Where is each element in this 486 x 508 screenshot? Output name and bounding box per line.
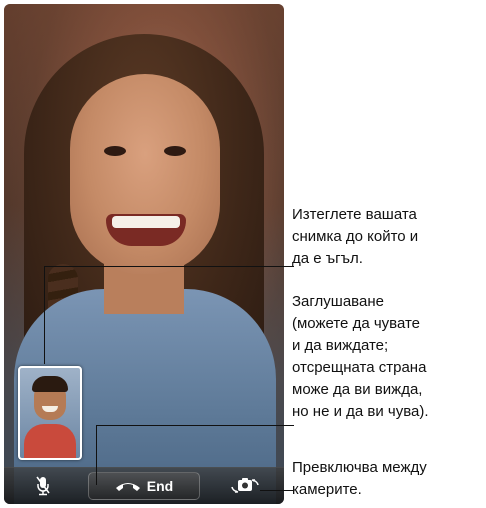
self-view-shirt [24,424,76,458]
mute-callout-line2: (можете да чувате [292,315,421,332]
phone-hangup-icon [115,480,141,492]
mouth [106,214,186,246]
switch-callout-line1: Превключва между [292,459,427,476]
mute-callout-line4: отсрещната страна [292,359,427,376]
mute-callout-line-v [96,425,97,485]
mute-callout-line6: но не и да ви чува). [292,403,429,420]
end-call-button[interactable]: End [88,472,200,500]
facetime-video-view: End [4,4,284,504]
self-view-thumbnail[interactable] [18,366,82,460]
pip-callout: Изтеглете вашата снимка до който и да е … [292,204,482,270]
call-control-bar: End [4,467,284,504]
mute-callout: Заглушаване (можете да чувате и да вижда… [292,291,482,423]
mute-callout-line5: може да ви вижда, [292,381,423,398]
switch-callout: Превключва между камерите. [292,457,482,501]
camera-switch-icon [230,477,260,495]
microphone-muted-icon [35,475,51,497]
switch-callout-line [260,490,294,491]
pip-callout-line1: Изтеглете вашата [292,206,417,223]
mute-callout-line1: Заглушаване [292,293,384,310]
mute-button[interactable] [10,473,76,499]
self-view-hair [32,376,68,392]
pip-callout-line-v [44,266,45,364]
pip-callout-line-h [44,266,294,267]
switch-callout-line2: камерите. [292,481,362,498]
end-call-label: End [146,478,174,494]
pip-callout-line3: да е ъгъл. [292,250,363,267]
left-eye [104,146,126,156]
remote-person-face [70,74,220,274]
pip-callout-line2: снимка до който и [292,228,419,245]
mute-callout-line3: и да виждате; [292,337,389,354]
switch-camera-button[interactable] [212,473,278,499]
mute-callout-line-h [96,425,294,426]
right-eye [164,146,186,156]
